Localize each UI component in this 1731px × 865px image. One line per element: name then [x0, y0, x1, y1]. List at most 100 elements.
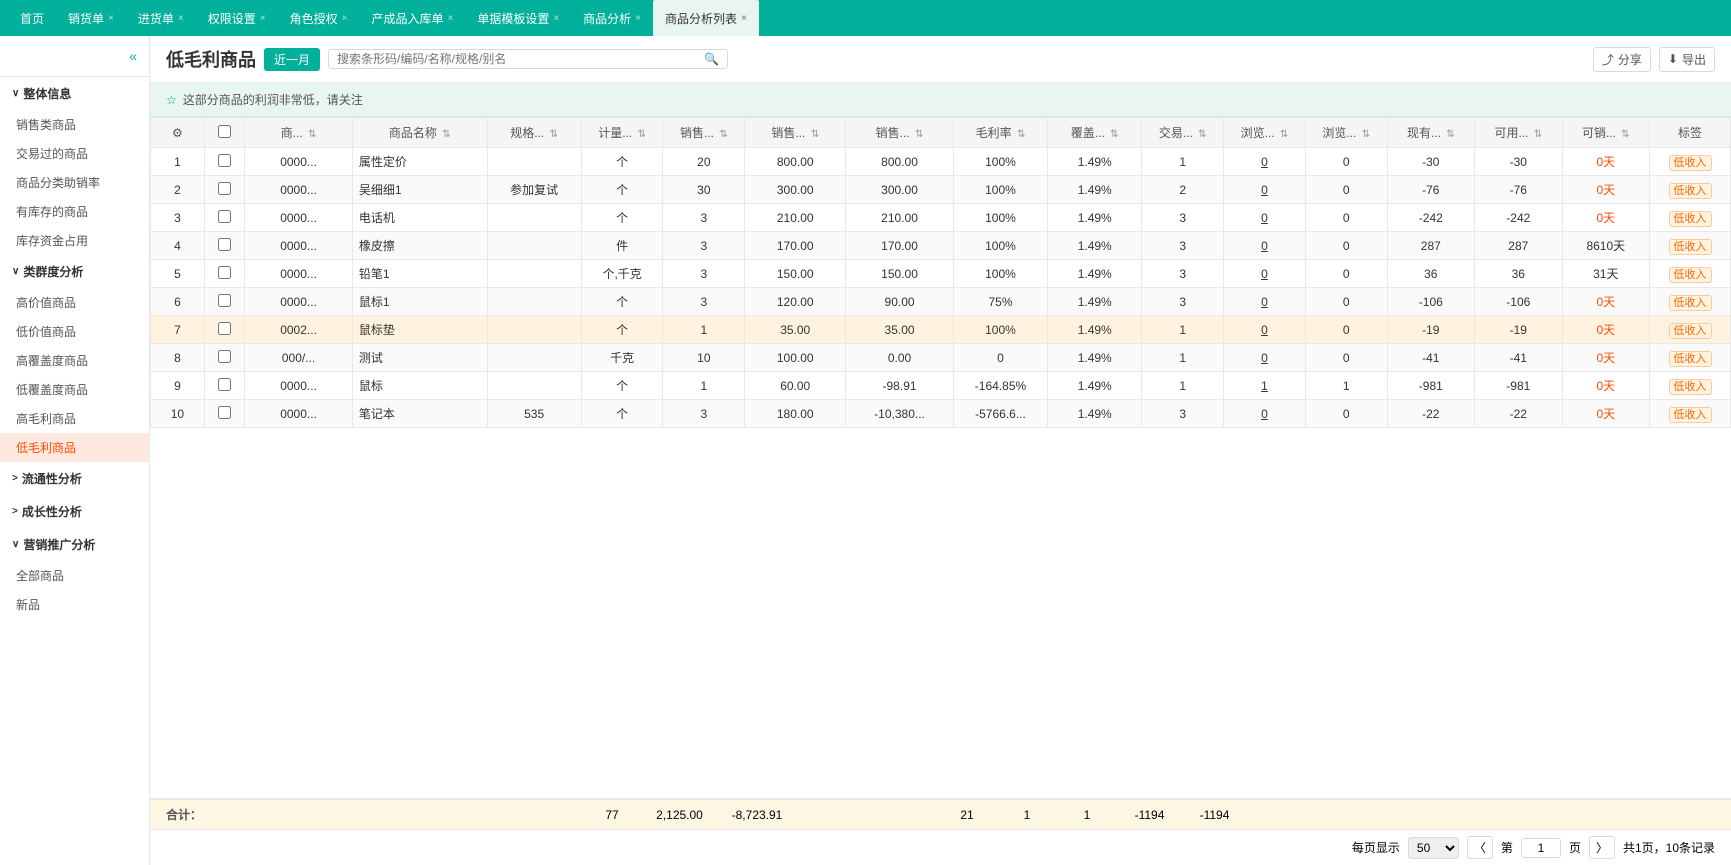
row-browse1[interactable]: 0 — [1224, 344, 1306, 372]
row-sales-price: 170.00 — [745, 232, 846, 260]
row-coverage: 1.49% — [1048, 288, 1142, 316]
time-filter-button[interactable]: 近一月 — [264, 48, 320, 71]
col-salable-days: 可销... ⇅ — [1562, 118, 1650, 148]
nav-products[interactable]: 产成品入库单 × — [359, 0, 465, 36]
row-spec — [487, 260, 581, 288]
close-purchase-icon[interactable]: × — [178, 13, 184, 24]
row-checkbox[interactable] — [204, 316, 244, 344]
close-analysis-icon[interactable]: × — [635, 13, 641, 24]
footer-stock-current: -1194 — [1117, 808, 1182, 822]
next-page-button[interactable]: 〉 — [1589, 836, 1615, 859]
sidebar-item-high-value[interactable]: 高价值商品 — [0, 288, 149, 317]
row-tag: 低收入 — [1650, 372, 1731, 400]
row-browse1[interactable]: 0 — [1224, 260, 1306, 288]
nav-analysis-list[interactable]: 商品分析列表 × — [653, 0, 759, 36]
row-sales-qty: 1 — [663, 372, 745, 400]
row-browse1[interactable]: 0 — [1224, 176, 1306, 204]
row-sales-price: 35.00 — [745, 316, 846, 344]
nav-template[interactable]: 单据模板设置 × — [465, 0, 571, 36]
row-no: 10 — [151, 400, 205, 428]
close-sales-icon[interactable]: × — [108, 13, 114, 24]
sidebar-item-stock-capital[interactable]: 库存资金占用 — [0, 226, 149, 255]
per-page-select[interactable]: 50 100 200 — [1408, 837, 1459, 859]
row-browse1[interactable]: 0 — [1224, 288, 1306, 316]
row-checkbox[interactable] — [204, 372, 244, 400]
nav-permissions[interactable]: 权限设置 × — [196, 0, 278, 36]
export-button[interactable]: ⬇ 导出 — [1659, 47, 1715, 72]
row-checkbox[interactable] — [204, 260, 244, 288]
sidebar-item-low-value[interactable]: 低价值商品 — [0, 317, 149, 346]
row-coverage: 1.49% — [1048, 204, 1142, 232]
row-sales-profit: -10,380... — [846, 400, 954, 428]
row-browse1[interactable]: 1 — [1224, 372, 1306, 400]
page-number-input[interactable] — [1521, 838, 1561, 858]
search-input[interactable] — [337, 52, 704, 66]
sidebar-group-growth[interactable]: > 成长性分析 — [0, 495, 149, 528]
row-checkbox[interactable] — [204, 344, 244, 372]
row-browse1[interactable]: 0 — [1224, 316, 1306, 344]
col-settings[interactable]: ⚙ — [151, 118, 205, 148]
row-coverage: 1.49% — [1048, 260, 1142, 288]
footer-browse2: 1 — [1057, 808, 1117, 822]
row-browse2: 1 — [1305, 372, 1387, 400]
row-browse1[interactable]: 0 — [1224, 232, 1306, 260]
row-browse1[interactable]: 0 — [1224, 148, 1306, 176]
table-row: 3 0000... 电话机 个 3 210.00 210.00 100% 1.4… — [151, 204, 1731, 232]
row-tag: 低收入 — [1650, 344, 1731, 372]
sidebar-group-overall[interactable]: ∨ 整体信息 — [0, 77, 149, 110]
close-template-icon[interactable]: × — [553, 13, 559, 24]
sidebar-item-new-goods[interactable]: 新品 — [0, 590, 149, 619]
close-permissions-icon[interactable]: × — [260, 13, 266, 24]
sidebar-group-flow[interactable]: > 流通性分析 — [0, 462, 149, 495]
sidebar-collapse-btn[interactable]: « — [125, 44, 141, 68]
row-checkbox[interactable] — [204, 204, 244, 232]
row-sales-profit: 0.00 — [846, 344, 954, 372]
nav-purchase[interactable]: 进货单 × — [126, 0, 196, 36]
prev-page-button[interactable]: 〈 — [1467, 836, 1493, 859]
row-checkbox[interactable] — [204, 176, 244, 204]
table-container[interactable]: ⚙ 商... ⇅ 商品名称 ⇅ 规格... ⇅ 计量... ⇅ 销售... ⇅ … — [150, 117, 1731, 798]
sidebar-item-high-margin[interactable]: 高毛利商品 — [0, 404, 149, 433]
search-box[interactable]: 🔍 — [328, 49, 728, 69]
sidebar-item-sales-goods[interactable]: 销售类商品 — [0, 110, 149, 139]
sidebar-item-category-rate[interactable]: 商品分类助销率 — [0, 168, 149, 197]
table-row: 8 000/... 测试 千克 10 100.00 0.00 0 1.49% 1… — [151, 344, 1731, 372]
row-checkbox[interactable] — [204, 400, 244, 428]
nav-home[interactable]: 首页 — [8, 0, 56, 36]
sidebar-item-stocked-goods[interactable]: 有库存的商品 — [0, 197, 149, 226]
row-stock-avail: -19 — [1475, 316, 1563, 344]
row-checkbox[interactable] — [204, 148, 244, 176]
nav-analysis[interactable]: 商品分析 × — [571, 0, 653, 36]
row-browse1[interactable]: 0 — [1224, 204, 1306, 232]
row-browse2: 0 — [1305, 288, 1387, 316]
sidebar-group-marketing[interactable]: ∨ 营销推广分析 — [0, 528, 149, 561]
row-salable-days: 0天 — [1562, 176, 1650, 204]
nav-roles[interactable]: 角色授权 × — [278, 0, 360, 36]
row-unit: 个 — [581, 204, 663, 232]
col-checkbox[interactable] — [204, 118, 244, 148]
search-icon[interactable]: 🔍 — [704, 52, 719, 66]
sidebar-item-low-margin[interactable]: 低毛利商品 — [0, 433, 149, 462]
row-stock-current: 36 — [1387, 260, 1475, 288]
sidebar-item-all-goods[interactable]: 全部商品 — [0, 561, 149, 590]
row-browse1[interactable]: 0 — [1224, 400, 1306, 428]
row-checkbox[interactable] — [204, 288, 244, 316]
sidebar-item-high-coverage[interactable]: 高覆盖度商品 — [0, 346, 149, 375]
sidebar-group-cluster[interactable]: ∨ 类群度分析 — [0, 255, 149, 288]
row-coverage: 1.49% — [1048, 344, 1142, 372]
select-all-checkbox[interactable] — [218, 125, 231, 138]
share-button[interactable]: ⤴ 分享 — [1593, 47, 1651, 72]
sidebar-item-low-coverage[interactable]: 低覆盖度商品 — [0, 375, 149, 404]
row-checkbox[interactable] — [204, 232, 244, 260]
row-stock-avail: -242 — [1475, 204, 1563, 232]
close-products-icon[interactable]: × — [447, 13, 453, 24]
row-transactions: 3 — [1142, 260, 1224, 288]
row-stock-avail: -22 — [1475, 400, 1563, 428]
close-roles-icon[interactable]: × — [342, 13, 348, 24]
row-no: 9 — [151, 372, 205, 400]
sidebar-item-traded-goods[interactable]: 交易过的商品 — [0, 139, 149, 168]
close-analysis-list-icon[interactable]: × — [741, 13, 747, 24]
table-footer: 合计： 77 2,125.00 -8,723.91 21 1 1 -1194 -… — [150, 798, 1731, 829]
row-coverage: 1.49% — [1048, 316, 1142, 344]
nav-sales[interactable]: 销货单 × — [56, 0, 126, 36]
